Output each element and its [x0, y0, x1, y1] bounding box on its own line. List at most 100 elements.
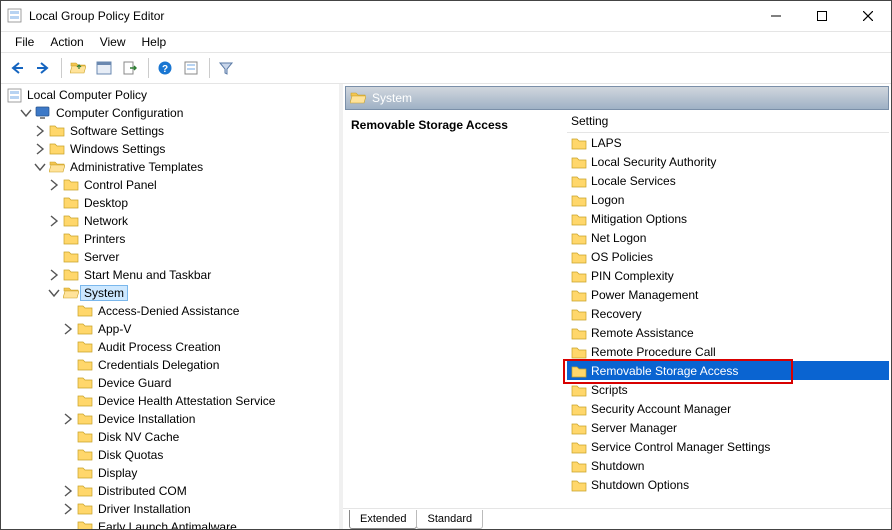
- tree-item-windows-settings[interactable]: Windows Settings: [3, 140, 339, 158]
- chevron-right-icon[interactable]: [47, 268, 61, 282]
- tree-item[interactable]: Device Health Attestation Service: [3, 392, 339, 410]
- tree-item[interactable]: Early Launch Antimalware: [3, 518, 339, 529]
- folder-icon: [49, 159, 65, 175]
- tree-item[interactable]: Device Guard: [3, 374, 339, 392]
- tree-label: Software Settings: [67, 124, 167, 138]
- list-item[interactable]: Shutdown Options: [567, 475, 889, 494]
- list-item[interactable]: Remote Procedure Call: [567, 342, 889, 361]
- right-header: System: [345, 86, 889, 110]
- tree-item[interactable]: Driver Installation: [3, 500, 339, 518]
- folder-icon: [77, 429, 93, 445]
- help-button[interactable]: ?: [153, 56, 177, 80]
- chevron-down-icon[interactable]: [47, 286, 61, 300]
- tree-pane[interactable]: Local Computer Policy Computer Configura…: [1, 84, 339, 529]
- back-button[interactable]: [5, 56, 29, 80]
- tab-extended[interactable]: Extended: [349, 510, 417, 529]
- tree-item-start-menu-taskbar[interactable]: Start Menu and Taskbar: [3, 266, 339, 284]
- window-title: Local Group Policy Editor: [29, 9, 164, 23]
- tree-item[interactable]: Credentials Delegation: [3, 356, 339, 374]
- chevron-right-icon[interactable]: [61, 502, 75, 516]
- tree-item[interactable]: Device Installation: [3, 410, 339, 428]
- list-item[interactable]: LAPS: [567, 133, 889, 152]
- list-item[interactable]: Server Manager: [567, 418, 889, 437]
- list-item[interactable]: PIN Complexity: [567, 266, 889, 285]
- tree-item-control-panel[interactable]: Control Panel: [3, 176, 339, 194]
- list-item[interactable]: Scripts: [567, 380, 889, 399]
- folder-icon: [571, 231, 587, 245]
- tree-item-administrative-templates[interactable]: Administrative Templates: [3, 158, 339, 176]
- properties-button[interactable]: [179, 56, 203, 80]
- settings-list[interactable]: Setting LAPS Local Security AuthorityLoca…: [567, 110, 889, 508]
- filter-button[interactable]: [214, 56, 238, 80]
- tree-item[interactable]: Distributed COM: [3, 482, 339, 500]
- list-item[interactable]: Power Management: [567, 285, 889, 304]
- list-item[interactable]: Local Security Authority: [567, 152, 889, 171]
- list-item[interactable]: Net Logon: [567, 228, 889, 247]
- list-item[interactable]: Service Control Manager Settings: [567, 437, 889, 456]
- menu-view[interactable]: View: [92, 33, 134, 51]
- list-item[interactable]: Recovery: [567, 304, 889, 323]
- list-item[interactable]: Logon: [567, 190, 889, 209]
- folder-icon: [77, 501, 93, 517]
- chevron-right-icon[interactable]: [47, 214, 61, 228]
- up-one-level-button[interactable]: [66, 56, 90, 80]
- chevron-right-icon[interactable]: [61, 322, 75, 336]
- tree-item[interactable]: App-V: [3, 320, 339, 338]
- list-item[interactable]: Shutdown: [567, 456, 889, 475]
- description-title: Removable Storage Access: [351, 118, 508, 132]
- app-icon: [7, 8, 23, 24]
- tree-item-software-settings[interactable]: Software Settings: [3, 122, 339, 140]
- chevron-right-icon[interactable]: [61, 484, 75, 498]
- list-item[interactable]: OS Policies: [567, 247, 889, 266]
- folder-icon: [571, 440, 587, 454]
- tree-item-printers[interactable]: Printers: [3, 230, 339, 248]
- menu-file[interactable]: File: [7, 33, 42, 51]
- maximize-button[interactable]: [799, 1, 845, 31]
- folder-icon: [571, 174, 587, 188]
- folder-icon: [571, 193, 587, 207]
- tree-item-network[interactable]: Network: [3, 212, 339, 230]
- chevron-down-icon[interactable]: [33, 160, 47, 174]
- tree-label: Server: [81, 250, 122, 264]
- tree-item[interactable]: Disk Quotas: [3, 446, 339, 464]
- tree-label: Computer Configuration: [53, 106, 186, 120]
- tree-item-server[interactable]: Server: [3, 248, 339, 266]
- tree-label: Driver Installation: [95, 502, 194, 516]
- tree-label: Device Health Attestation Service: [95, 394, 278, 408]
- tree-item[interactable]: Display: [3, 464, 339, 482]
- minimize-button[interactable]: [753, 1, 799, 31]
- folder-icon: [77, 357, 93, 373]
- chevron-right-icon[interactable]: [61, 412, 75, 426]
- chevron-right-icon[interactable]: [47, 178, 61, 192]
- folder-icon: [77, 375, 93, 391]
- tree-item[interactable]: Access-Denied Assistance: [3, 302, 339, 320]
- list-item[interactable]: Security Account Manager: [567, 399, 889, 418]
- forward-button[interactable]: [31, 56, 55, 80]
- tree-item[interactable]: Disk NV Cache: [3, 428, 339, 446]
- tree-item-system[interactable]: System: [3, 284, 339, 302]
- menu-action[interactable]: Action: [42, 33, 91, 51]
- tree-item-computer-configuration[interactable]: Computer Configuration: [3, 104, 339, 122]
- list-item[interactable]: Remote Assistance: [567, 323, 889, 342]
- tab-standard[interactable]: Standard: [416, 510, 483, 529]
- list-item[interactable]: Removable Storage Access: [567, 361, 889, 380]
- close-button[interactable]: [845, 1, 891, 31]
- list-item[interactable]: Locale Services: [567, 171, 889, 190]
- tree-item-desktop[interactable]: Desktop: [3, 194, 339, 212]
- toolbar-separator: [148, 58, 149, 78]
- toolbar-separator: [209, 58, 210, 78]
- folder-icon: [571, 345, 587, 359]
- tree-item-root[interactable]: Local Computer Policy: [3, 86, 339, 104]
- column-header-setting[interactable]: Setting: [567, 110, 889, 133]
- tree-item[interactable]: Audit Process Creation: [3, 338, 339, 356]
- show-hide-tree-button[interactable]: [92, 56, 116, 80]
- chevron-right-icon[interactable]: [33, 124, 47, 138]
- chevron-down-icon[interactable]: [19, 106, 33, 120]
- list-item[interactable]: Mitigation Options: [567, 209, 889, 228]
- list-item-label: Service Control Manager Settings: [591, 440, 770, 454]
- export-list-button[interactable]: [118, 56, 142, 80]
- list-item-label: LAPS: [591, 136, 622, 150]
- menu-help[interactable]: Help: [134, 33, 175, 51]
- tabs-bottom: Extended Standard: [343, 508, 891, 529]
- chevron-right-icon[interactable]: [33, 142, 47, 156]
